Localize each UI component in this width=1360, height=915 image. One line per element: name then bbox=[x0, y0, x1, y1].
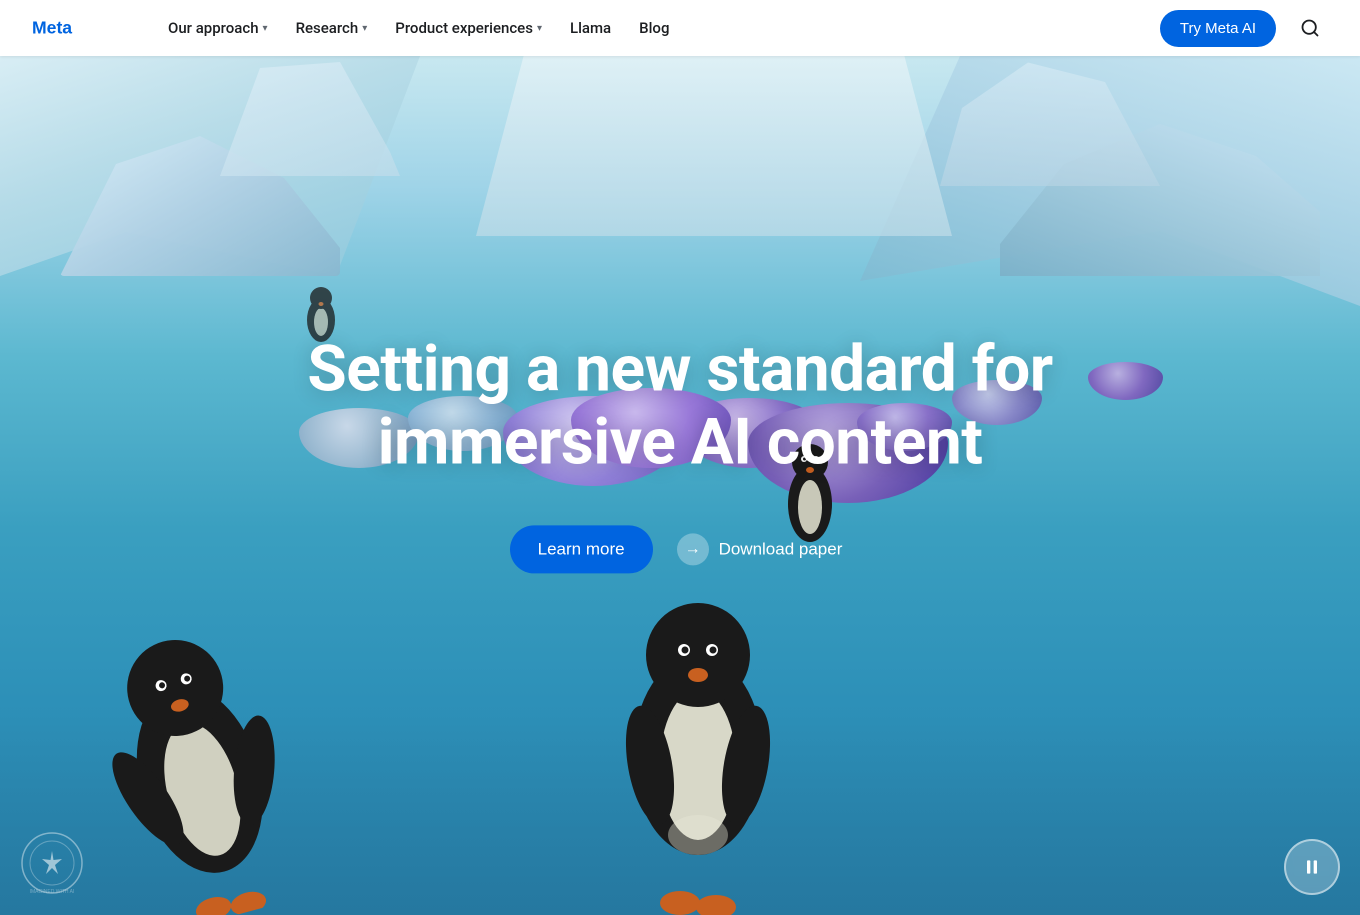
pause-icon bbox=[1302, 857, 1322, 877]
meta-logo[interactable]: Meta bbox=[32, 16, 128, 40]
nav-right: Try Meta AI bbox=[1160, 10, 1328, 47]
ai-watermark: IMAGINED WITH AI bbox=[20, 831, 84, 895]
learn-more-button[interactable]: Learn more bbox=[510, 525, 653, 573]
svg-text:IMAGINED WITH AI: IMAGINED WITH AI bbox=[30, 889, 75, 895]
navbar: Meta Our approach ▾ Research ▾ Product e… bbox=[0, 0, 1360, 56]
download-paper-button[interactable]: → Download paper bbox=[669, 519, 851, 579]
chevron-down-icon: ▾ bbox=[362, 23, 367, 34]
hero-title: Setting a new standard for immersive AI … bbox=[230, 332, 1130, 479]
penguin-main bbox=[608, 555, 788, 915]
hero-section: Setting a new standard for immersive AI … bbox=[0, 56, 1360, 915]
search-button[interactable] bbox=[1292, 10, 1328, 46]
nav-links: Our approach ▾ Research ▾ Product experi… bbox=[156, 11, 681, 45]
try-meta-ai-button[interactable]: Try Meta AI bbox=[1160, 10, 1276, 47]
nav-item-product-experiences[interactable]: Product experiences ▾ bbox=[383, 11, 554, 45]
chevron-down-icon: ▾ bbox=[537, 23, 542, 34]
chevron-down-icon: ▾ bbox=[263, 23, 268, 34]
nav-item-research[interactable]: Research ▾ bbox=[284, 11, 380, 45]
hero-actions: Learn more → Download paper bbox=[230, 519, 1130, 579]
nav-item-blog[interactable]: Blog bbox=[627, 11, 681, 45]
ice-detail bbox=[0, 56, 1360, 276]
nav-item-our-approach[interactable]: Our approach ▾ bbox=[156, 11, 280, 45]
penguin-left bbox=[136, 585, 336, 915]
hero-content: Setting a new standard for immersive AI … bbox=[230, 332, 1130, 579]
nav-item-llama[interactable]: Llama bbox=[558, 11, 623, 45]
pause-button[interactable] bbox=[1284, 839, 1340, 895]
svg-text:Meta: Meta bbox=[32, 18, 72, 38]
arrow-right-icon: → bbox=[677, 533, 709, 565]
nav-left: Meta Our approach ▾ Research ▾ Product e… bbox=[32, 11, 681, 45]
search-icon bbox=[1300, 18, 1320, 38]
